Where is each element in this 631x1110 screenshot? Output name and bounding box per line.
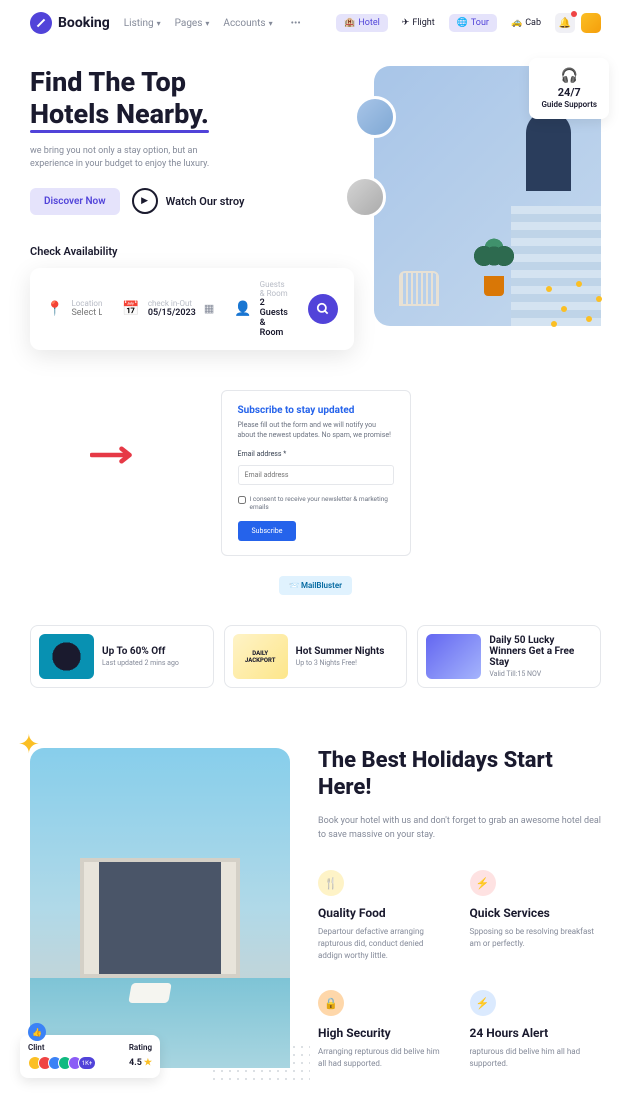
subscribe-card: Subscribe to stay updated Please fill ou… — [221, 390, 411, 557]
rating-label: Rating — [129, 1043, 152, 1052]
location-field[interactable]: 📍 Location — [46, 299, 102, 318]
subscribe-title: Subscribe to stay updated — [238, 405, 394, 416]
watch-label: Watch Our stroy — [166, 195, 245, 208]
review-card: 👍 Clint Rating 1K+ 4.5 ★ — [20, 1035, 160, 1078]
notification-dot — [571, 11, 577, 17]
brand-logo[interactable]: Booking — [30, 12, 110, 34]
bolt-icon: ⚡ — [470, 870, 496, 896]
chip-cab[interactable]: 🚕 Cab — [503, 14, 549, 32]
holidays-title: The Best Holidays Start Here! — [318, 748, 601, 801]
search-button[interactable] — [308, 294, 338, 324]
support-subtitle: Guide Supports — [541, 100, 597, 109]
chair-decor — [399, 271, 439, 306]
promo-image-3 — [426, 634, 481, 679]
location-input[interactable] — [71, 308, 102, 318]
calendar-picker-icon[interactable]: ▦ — [204, 302, 214, 315]
mailbluster-badge[interactable]: 📨 MailBluster — [279, 576, 352, 595]
confetti-decor — [536, 276, 616, 336]
promo-card-1[interactable]: Up To 60% Off Last updated 2 mins ago — [30, 625, 214, 688]
nav-pages[interactable]: Pages — [175, 18, 210, 29]
guests-field[interactable]: 👤 Guests & Room 2 Guests & Room — [234, 280, 288, 338]
promo-row: Up To 60% Off Last updated 2 mins ago DA… — [0, 625, 631, 688]
calendar-icon: 📅 — [122, 301, 139, 317]
consent-row: I consent to receive your newsletter & m… — [238, 495, 394, 511]
hero-title: Find The Top Hotels Nearby. — [30, 66, 354, 131]
hero-subtitle: we bring you not only a stay option, but… — [30, 145, 240, 172]
lock-icon: 🔒 — [318, 990, 344, 1016]
rating-value: 4.5 ★ — [129, 1058, 152, 1068]
user-avatar[interactable] — [581, 13, 601, 33]
holidays-section: ✦ 👍 Clint Rating 1K+ 4.5 ★ The Best Holi… — [0, 748, 631, 1110]
notifications-button[interactable]: 🔔 — [555, 13, 575, 33]
email-label: Email address * — [238, 450, 394, 458]
main-nav: Listing Pages Accounts ••• — [124, 18, 301, 29]
feature-24-hours-alert: ⚡ 24 Hours Alert rapturous did belive hi… — [470, 990, 602, 1070]
avatar-group: 1K+ — [28, 1056, 96, 1070]
alert-icon: ⚡ — [470, 990, 496, 1016]
thumb-image-2 — [344, 176, 386, 218]
feature-quick-services: ⚡ Quick Services Spposing so be resolvin… — [470, 870, 602, 962]
chip-flight[interactable]: ✈ Flight — [394, 14, 443, 32]
watch-story-button[interactable]: ▶ Watch Our stroy — [132, 188, 245, 214]
nav-listing[interactable]: Listing — [124, 18, 161, 29]
subscribe-desc: Please fill out the form and we will not… — [238, 421, 394, 441]
email-input[interactable] — [238, 465, 394, 485]
subscribe-button[interactable]: Subscribe — [238, 521, 297, 541]
building-decor — [80, 858, 240, 978]
arch-decor — [526, 111, 571, 191]
holidays-subtitle: Book your hotel with us and don't forget… — [318, 815, 601, 842]
location-pin-icon: 📍 — [46, 301, 63, 317]
promo-card-3[interactable]: Daily 50 Lucky Winners Get a Free Stay V… — [417, 625, 601, 688]
consent-checkbox[interactable] — [238, 496, 246, 504]
feature-quality-food: 🍴 Quality Food Departour defactive arran… — [318, 870, 450, 962]
promo-image-2: DAILY JACKPORT — [233, 634, 288, 679]
star-icon: ★ — [144, 1058, 152, 1068]
lounger-decor — [130, 983, 190, 1018]
search-bar: 📍 Location 📅 check in-Out 05/15/2023 ▦ — [30, 268, 354, 350]
reviewer-name: Clint — [28, 1043, 45, 1052]
date-field[interactable]: 📅 check in-Out 05/15/2023 ▦ — [122, 299, 214, 318]
nav-accounts[interactable]: Accounts — [223, 18, 272, 29]
hero-section: Find The Top Hotels Nearby. we bring you… — [0, 46, 631, 350]
promo-image-1 — [39, 634, 94, 679]
search-icon — [316, 302, 330, 316]
subscribe-section: Subscribe to stay updated Please fill ou… — [30, 390, 601, 557]
support-card: 🎧 24/7 Guide Supports — [529, 58, 609, 119]
thumb-image-1 — [354, 96, 396, 138]
header-actions: 🏨 Hotel ✈ Flight 🌐 Tour 🚕 Cab 🔔 — [336, 13, 601, 33]
fork-knife-icon: 🍴 — [318, 870, 344, 896]
like-icon: 👍 — [28, 1023, 46, 1041]
features-grid: 🍴 Quality Food Departour defactive arran… — [318, 870, 601, 1070]
hero-image: 🎧 24/7 Guide Supports — [374, 66, 601, 326]
headset-icon: 🎧 — [541, 68, 597, 84]
person-icon: 👤 — [234, 301, 251, 317]
plane-icon — [30, 12, 52, 34]
feature-high-security: 🔒 High Security Arranging repturous did … — [318, 990, 450, 1070]
arrow-icon — [90, 445, 135, 469]
chip-hotel[interactable]: 🏨 Hotel — [336, 14, 388, 32]
avatar-more: 1K+ — [78, 1056, 96, 1070]
play-icon: ▶ — [132, 188, 158, 214]
holidays-image: 👍 Clint Rating 1K+ 4.5 ★ — [30, 748, 290, 1068]
holidays-content: The Best Holidays Start Here! Book your … — [318, 748, 601, 1070]
chip-tour[interactable]: 🌐 Tour — [449, 14, 497, 32]
nav-more[interactable]: ••• — [291, 18, 301, 29]
header: Booking Listing Pages Accounts ••• 🏨 Hot… — [0, 0, 631, 46]
promo-card-2[interactable]: DAILY JACKPORT Hot Summer Nights Up to 3… — [224, 625, 408, 688]
hero-content: Find The Top Hotels Nearby. we bring you… — [30, 66, 354, 350]
plant-decor — [469, 236, 519, 306]
hero-actions: Discover Now ▶ Watch Our stroy — [30, 188, 354, 215]
mailbluster-badge-wrap: 📨 MailBluster — [0, 576, 631, 595]
discover-button[interactable]: Discover Now — [30, 188, 120, 215]
brand-name: Booking — [58, 15, 110, 31]
consent-label: I consent to receive your newsletter & m… — [250, 495, 394, 511]
availability-title: Check Availability — [30, 245, 354, 258]
availability-section: Check Availability 📍 Location 📅 check in… — [30, 245, 354, 350]
support-title: 24/7 — [541, 86, 597, 99]
